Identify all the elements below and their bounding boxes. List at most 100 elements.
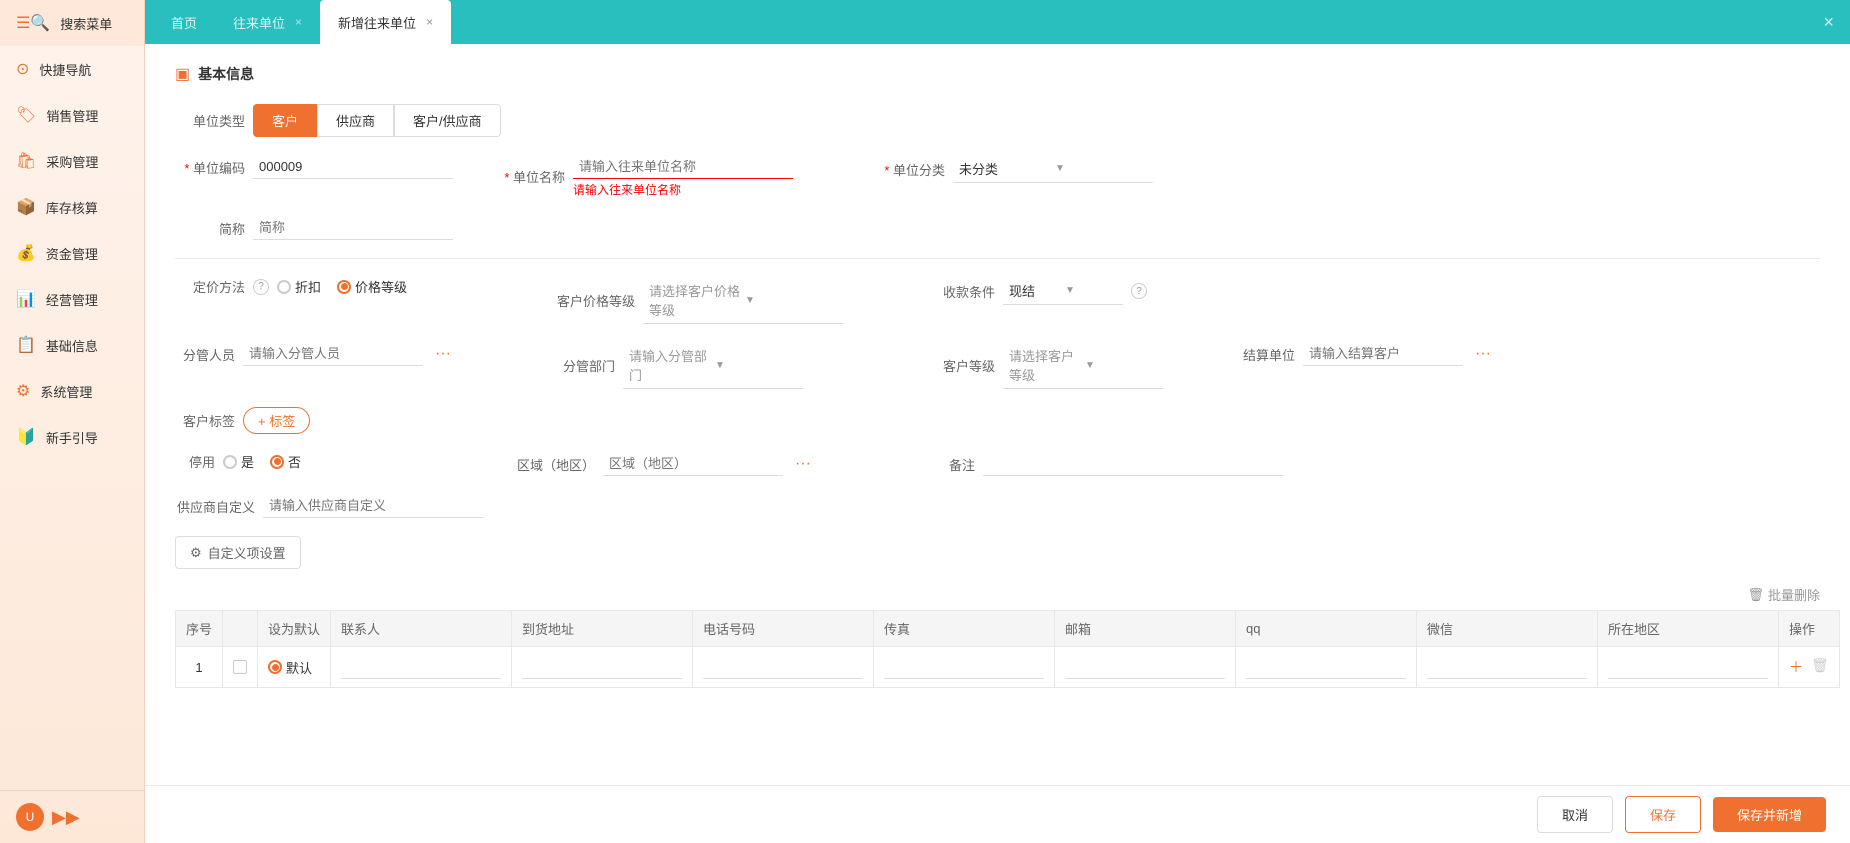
sidebar-item-search[interactable]: ☰🔍 搜索菜单 [0, 0, 144, 46]
unit-name-label: 单位名称 [495, 167, 565, 186]
unit-type-label: 单位类型 [175, 111, 245, 130]
row-default-radio[interactable] [268, 660, 282, 674]
abbr-input[interactable] [253, 216, 453, 240]
row-phone [693, 647, 874, 688]
unit-category-select[interactable]: 未分类 ▼ [953, 155, 1153, 183]
row-checkbox-cell [223, 647, 258, 688]
custom-settings-button[interactable]: ⚙ 自定义项设置 [175, 536, 301, 569]
type-btn-customer[interactable]: 客户 [253, 104, 317, 137]
settlement-input[interactable] [1303, 342, 1463, 366]
sidebar-item-purchase[interactable]: 🛍 采购管理 [0, 138, 144, 184]
type-btn-supplier[interactable]: 供应商 [317, 104, 394, 137]
sidebar-item-operations[interactable]: 📊 经营管理 [0, 276, 144, 322]
row-delete-button[interactable]: 🗑 [1811, 657, 1829, 677]
payment-terms-label: 收款条件 [935, 282, 995, 301]
payment-terms-field: 收款条件 现结 ▼ ? [935, 277, 1820, 305]
manager-more-icon[interactable]: ··· [435, 345, 451, 363]
customer-level-select[interactable]: 请选择客户等级 ▼ [1003, 342, 1163, 389]
abbr-label: 简称 [175, 219, 245, 238]
disabled-yes[interactable]: 是 [223, 452, 254, 471]
dept-placeholder: 请输入分管部门 [629, 346, 711, 384]
sidebar-item-sales[interactable]: 🏷 销售管理 [0, 92, 144, 138]
row-add-button[interactable]: ＋ [1789, 657, 1803, 677]
row-address-input[interactable] [522, 655, 682, 679]
row-phone-input[interactable] [703, 655, 863, 679]
unit-code-input[interactable] [253, 155, 453, 179]
operations-icon: 📊 [16, 289, 36, 309]
row-wechat-input[interactable] [1427, 655, 1587, 679]
col-actions: 操作 [1779, 611, 1840, 647]
payment-help-icon[interactable]: ? [1131, 283, 1147, 299]
row-contact-input[interactable] [341, 655, 501, 679]
section-title: 基本信息 [198, 64, 254, 84]
sidebar-item-system[interactable]: ⚙ 系统管理 [0, 368, 144, 414]
region-input[interactable] [603, 452, 783, 476]
sidebar-expand-icon[interactable]: ▶▶ [52, 807, 80, 828]
gear-icon: ⚙ [190, 545, 202, 561]
disabled-row: 停用 是 否 区域（地区） ··· 备注 [175, 452, 1820, 476]
supplier-custom-input[interactable] [263, 494, 483, 518]
abbr-row: 简称 [175, 216, 1820, 240]
window-close-button[interactable]: × [1823, 12, 1834, 33]
add-tag-button[interactable]: + 标签 [243, 407, 310, 434]
type-btn-both[interactable]: 客户/供应商 [394, 104, 501, 137]
main-area: 首页 往来单位 × 新增往来单位 × × ▣ 基本信息 单位类型 客户 供应商 … [145, 0, 1850, 843]
sidebar-item-label: 经营管理 [46, 290, 98, 309]
row-checkbox[interactable] [233, 660, 247, 674]
manager-label: 分管人员 [175, 345, 235, 364]
save-new-button[interactable]: 保存并新增 [1713, 797, 1826, 832]
unit-name-field: 单位名称 请输入往来单位名称 [495, 155, 875, 198]
manager-input[interactable] [243, 342, 423, 366]
settlement-more-icon[interactable]: ··· [1475, 345, 1491, 363]
sidebar-item-finance[interactable]: 💰 资金管理 [0, 230, 144, 276]
save-button[interactable]: 保存 [1625, 796, 1701, 833]
trash-icon: 🗑 [1747, 587, 1764, 603]
disabled-no-label: 否 [288, 452, 301, 471]
pricing-label: 定价方法 [175, 277, 245, 296]
payment-terms-select[interactable]: 现结 ▼ [1003, 277, 1123, 305]
bottom-bar: 取消 保存 保存并新增 [145, 785, 1850, 843]
disabled-no[interactable]: 否 [270, 452, 301, 471]
sidebar-item-basicinfo[interactable]: 📋 基础信息 [0, 322, 144, 368]
sidebar-item-quicknav[interactable]: ⊙ 快捷导航 [0, 46, 144, 92]
row-actions-cell: ＋ 🗑 [1779, 647, 1840, 688]
dept-select[interactable]: 请输入分管部门 ▼ [623, 342, 803, 389]
inventory-icon: 📦 [16, 197, 36, 217]
pricing-help-icon[interactable]: ? [253, 279, 269, 295]
col-fax: 传真 [874, 611, 1055, 647]
pricing-discount[interactable]: 折扣 [277, 277, 321, 296]
supplier-custom-label: 供应商自定义 [175, 497, 255, 516]
region-more-icon[interactable]: ··· [795, 455, 811, 473]
tab-home[interactable]: 首页 [153, 0, 215, 44]
tag-label: 客户标签 [175, 411, 235, 430]
sidebar-item-label: 基础信息 [46, 336, 98, 355]
row-email [1055, 647, 1236, 688]
unit-name-input[interactable] [573, 155, 793, 179]
sidebar-item-inventory[interactable]: 📦 库存核算 [0, 184, 144, 230]
pricing-price-level[interactable]: 价格等级 [337, 277, 407, 296]
table-header-row: 序号 设为默认 联系人 到货地址 电话号码 传真 邮箱 qq 微信 所在地区 操… [176, 611, 1840, 647]
tab-new-partner-close[interactable]: × [426, 15, 433, 29]
row-area-input[interactable] [1608, 655, 1768, 679]
chevron-down-icon: ▼ [715, 360, 797, 371]
row-address [512, 647, 693, 688]
sidebar-item-newuser[interactable]: 🔰 新手引导 [0, 414, 144, 460]
supplier-custom-field: 供应商自定义 [175, 494, 1820, 518]
batch-delete-button[interactable]: 🗑 批量删除 [1747, 585, 1820, 604]
system-icon: ⚙ [16, 381, 30, 401]
notes-input[interactable] [983, 452, 1283, 476]
unit-name-error: 请输入往来单位名称 [573, 181, 793, 198]
tab-partners[interactable]: 往来单位 × [215, 0, 320, 44]
tab-new-partner[interactable]: 新增往来单位 × [320, 0, 451, 44]
cancel-button[interactable]: 取消 [1537, 796, 1613, 833]
purchase-icon: 🛍 [16, 151, 36, 171]
customer-price-select[interactable]: 请选择客户价格等级 ▼ [643, 277, 843, 324]
tab-partners-close[interactable]: × [295, 15, 302, 29]
row-qq-input[interactable] [1246, 655, 1406, 679]
row-fax-input[interactable] [884, 655, 1044, 679]
customer-price-label: 客户价格等级 [555, 291, 635, 310]
row-fax [874, 647, 1055, 688]
row-email-input[interactable] [1065, 655, 1225, 679]
chevron-down-icon: ▼ [1085, 360, 1157, 371]
col-default: 设为默认 [258, 611, 331, 647]
